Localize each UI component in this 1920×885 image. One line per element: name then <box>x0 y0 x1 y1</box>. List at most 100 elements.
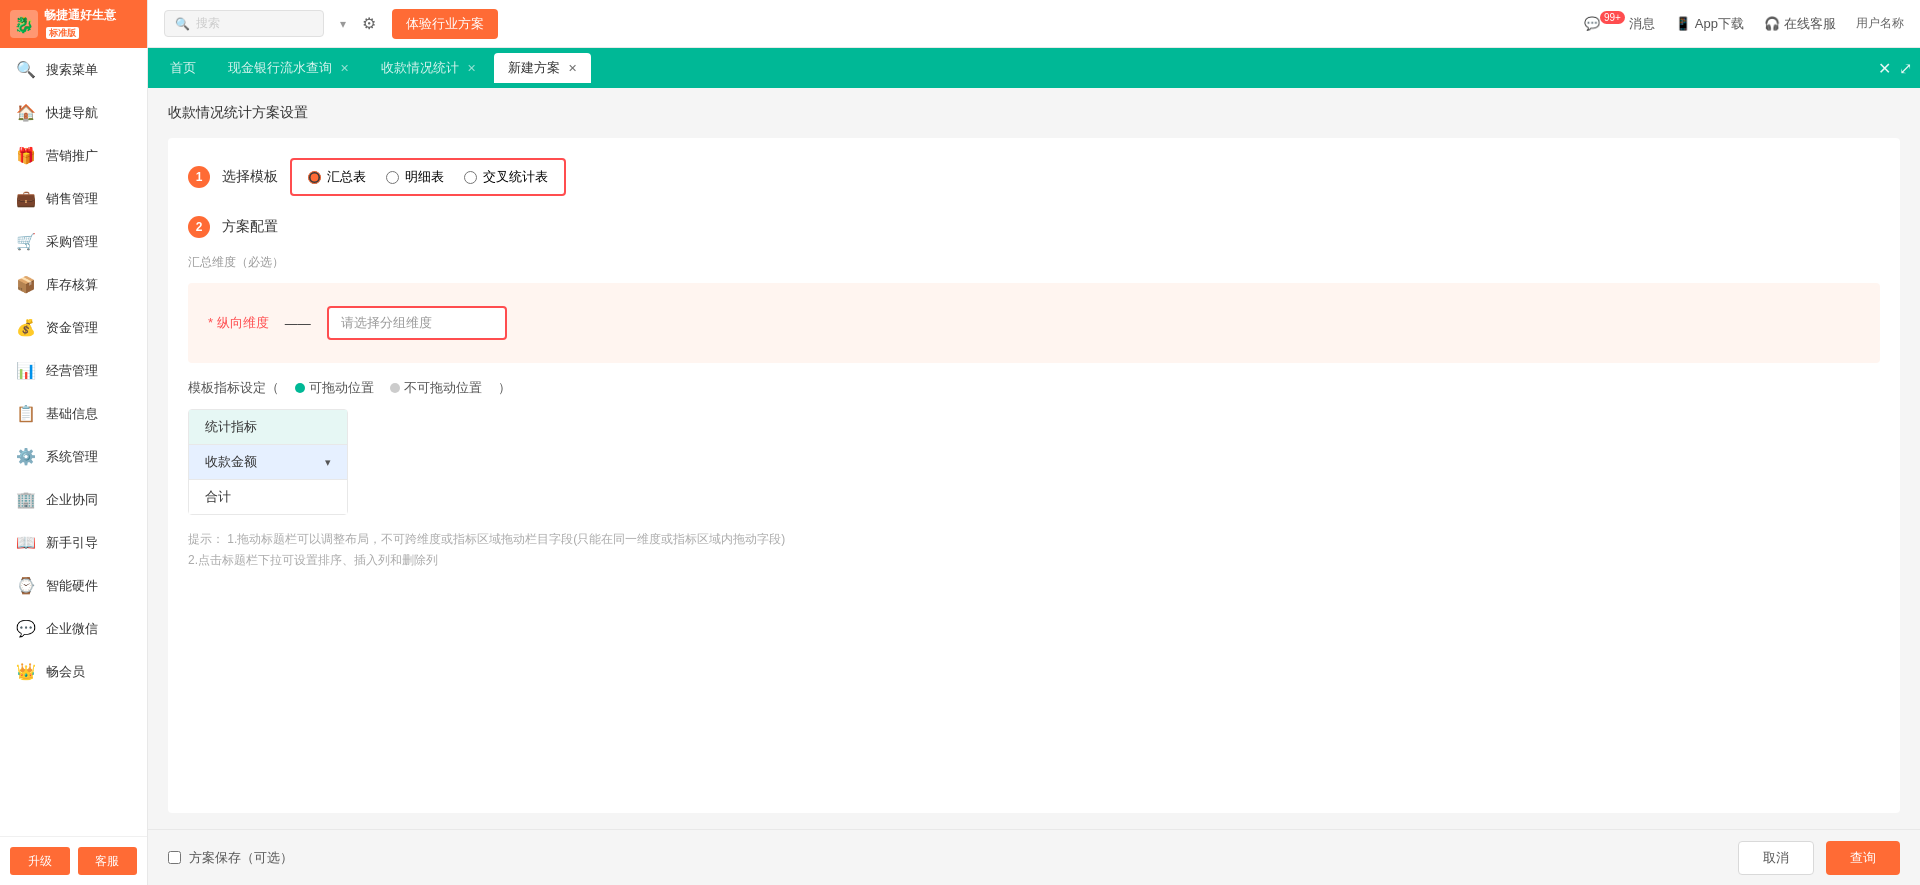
metrics-col2-row: 合计 <box>189 480 347 514</box>
dimension-area: * 纵向维度 —— 请选择分组维度 <box>188 283 1880 363</box>
tab-home[interactable]: 首页 <box>156 53 210 83</box>
badge-count: 99+ <box>1600 11 1625 24</box>
tab-new-plan-label: 新建方案 <box>508 59 560 77</box>
radio-summary-input[interactable] <box>308 171 321 184</box>
upgrade-button[interactable]: 升级 <box>10 847 70 875</box>
sidebar-item-basic-info[interactable]: 📋 基础信息 <box>0 392 147 435</box>
watch-icon: ⌚ <box>16 576 36 595</box>
sidebar-item-label: 采购管理 <box>46 233 98 251</box>
sidebar-item-smart-hw[interactable]: ⌚ 智能硬件 <box>0 564 147 607</box>
radio-detail-label: 明细表 <box>405 168 444 186</box>
tab-new-plan[interactable]: 新建方案 ✕ <box>494 53 591 83</box>
close-window-icon[interactable]: ✕ <box>1878 59 1891 78</box>
draggable-dot <box>295 383 305 393</box>
crown-icon: 👑 <box>16 662 36 681</box>
sidebar-item-enterprise[interactable]: 🏢 企业协同 <box>0 478 147 521</box>
support-button[interactable]: 客服 <box>78 847 138 875</box>
sidebar-item-wechat[interactable]: 💬 企业微信 <box>0 607 147 650</box>
radio-cross[interactable]: 交叉统计表 <box>464 168 548 186</box>
page-title: 收款情况统计方案设置 <box>168 104 1900 122</box>
cancel-button[interactable]: 取消 <box>1738 841 1814 875</box>
dimension-select[interactable]: 请选择分组维度 <box>327 306 507 340</box>
trial-button[interactable]: 体验行业方案 <box>392 9 498 39</box>
sidebar-item-inventory[interactable]: 📦 库存核算 <box>0 263 147 306</box>
metrics-col1-label: 收款金额 <box>205 453 257 471</box>
radio-cross-input[interactable] <box>464 171 477 184</box>
dimension-arrow-icon: —— <box>285 316 311 331</box>
tab-new-plan-close[interactable]: ✕ <box>568 62 577 75</box>
notification-label: 消息 <box>1629 15 1655 33</box>
settings-icon[interactable]: ⚙ <box>362 14 376 33</box>
metrics-label: 模板指标设定（ <box>188 379 279 397</box>
support-item[interactable]: 🎧 在线客服 <box>1764 15 1836 33</box>
no-drag-indicator: 不可拖动位置 <box>390 379 482 397</box>
tip-1: 提示： 1.拖动标题栏可以调整布局，不可跨维度或指标区域拖动栏目字段(只能在同一… <box>188 531 1880 548</box>
metrics-col1-row[interactable]: 收款金额 ▾ <box>189 445 347 480</box>
search-icon: 🔍 <box>175 17 190 31</box>
user-name[interactable]: 用户名称 <box>1856 15 1904 32</box>
list-icon: 📋 <box>16 404 36 423</box>
sidebar-item-guide[interactable]: 📖 新手引导 <box>0 521 147 564</box>
sidebar-logo: 🐉 畅捷通好生意 标准版 <box>0 0 147 48</box>
search-placeholder-text: 搜索 <box>196 15 220 32</box>
tab-bank-flow-close[interactable]: ✕ <box>340 62 349 75</box>
draggable-label: 可拖动位置 <box>309 379 374 397</box>
step2-badge: 2 <box>188 216 210 238</box>
save-checkbox[interactable] <box>168 851 181 864</box>
step2-header: 2 方案配置 <box>188 216 1880 238</box>
sidebar-item-finance[interactable]: 💰 资金管理 <box>0 306 147 349</box>
cart-icon: 🛒 <box>16 232 36 251</box>
metrics-table-header: 统计指标 <box>189 410 347 445</box>
dropdown-arrow-icon[interactable]: ▾ <box>340 17 346 31</box>
sidebar-item-quick-nav[interactable]: 🏠 快捷导航 <box>0 91 147 134</box>
sidebar-item-sales[interactable]: 💼 销售管理 <box>0 177 147 220</box>
radio-summary[interactable]: 汇总表 <box>308 168 366 186</box>
gear-icon: ⚙️ <box>16 447 36 466</box>
dimension-row: * 纵向维度 —— 请选择分组维度 <box>208 306 1860 340</box>
metrics-dropdown-icon[interactable]: ▾ <box>325 456 331 469</box>
header-search-box[interactable]: 🔍 搜索 <box>164 10 324 37</box>
query-button[interactable]: 查询 <box>1826 841 1900 875</box>
sidebar-item-label: 畅会员 <box>46 663 85 681</box>
footer-save-option: 方案保存（可选） <box>168 849 293 867</box>
metrics-header: 模板指标设定（ 可拖动位置 不可拖动位置 ） <box>188 379 1880 397</box>
sidebar-item-label: 资金管理 <box>46 319 98 337</box>
tips-section: 提示： 1.拖动标题栏可以调整布局，不可跨维度或指标区域拖动栏目字段(只能在同一… <box>188 531 1880 569</box>
sidebar-item-label: 经营管理 <box>46 362 98 380</box>
chart-icon: 📊 <box>16 361 36 380</box>
tab-bank-flow[interactable]: 现金银行流水查询 ✕ <box>214 53 363 83</box>
radio-detail-input[interactable] <box>386 171 399 184</box>
tab-home-label: 首页 <box>170 59 196 77</box>
tab-collection-stat[interactable]: 收款情况统计 ✕ <box>367 53 490 83</box>
book-icon: 📖 <box>16 533 36 552</box>
sidebar-item-marketing[interactable]: 🎁 营销推广 <box>0 134 147 177</box>
tab-collection-stat-label: 收款情况统计 <box>381 59 459 77</box>
headset-icon: 🎧 <box>1764 16 1780 31</box>
no-drag-label: 不可拖动位置 <box>404 379 482 397</box>
sidebar-item-member[interactable]: 👑 畅会员 <box>0 650 147 693</box>
notification-item[interactable]: 💬 99+ 消息 <box>1584 15 1655 33</box>
building-icon: 🏢 <box>16 490 36 509</box>
download-label: App下载 <box>1695 15 1744 33</box>
home-icon: 🏠 <box>16 103 36 122</box>
footer: 方案保存（可选） 取消 查询 <box>148 829 1920 885</box>
tab-collection-stat-close[interactable]: ✕ <box>467 62 476 75</box>
support-label: 在线客服 <box>1784 15 1836 33</box>
expand-icon[interactable]: ⤢ <box>1899 59 1912 78</box>
sidebar-item-system[interactable]: ⚙️ 系统管理 <box>0 435 147 478</box>
sidebar-bottom: 升级 客服 <box>0 836 147 885</box>
logo-text: 畅捷通好生意 <box>44 8 116 24</box>
sidebar-item-purchase[interactable]: 🛒 采购管理 <box>0 220 147 263</box>
no-drag-dot <box>390 383 400 393</box>
sidebar-item-search-menu[interactable]: 🔍 搜索菜单 <box>0 48 147 91</box>
sidebar-item-label: 系统管理 <box>46 448 98 466</box>
sidebar-item-label: 基础信息 <box>46 405 98 423</box>
content-area: 收款情况统计方案设置 1 选择模板 汇总表 明细表 <box>148 88 1920 829</box>
search-menu-icon: 🔍 <box>16 60 36 79</box>
download-item[interactable]: 📱 App下载 <box>1675 15 1744 33</box>
metrics-table: 统计指标 收款金额 ▾ 合计 <box>188 409 348 515</box>
draggable-indicator: 可拖动位置 <box>295 379 374 397</box>
radio-detail[interactable]: 明细表 <box>386 168 444 186</box>
sidebar-item-label: 新手引导 <box>46 534 98 552</box>
sidebar-item-operation[interactable]: 📊 经营管理 <box>0 349 147 392</box>
